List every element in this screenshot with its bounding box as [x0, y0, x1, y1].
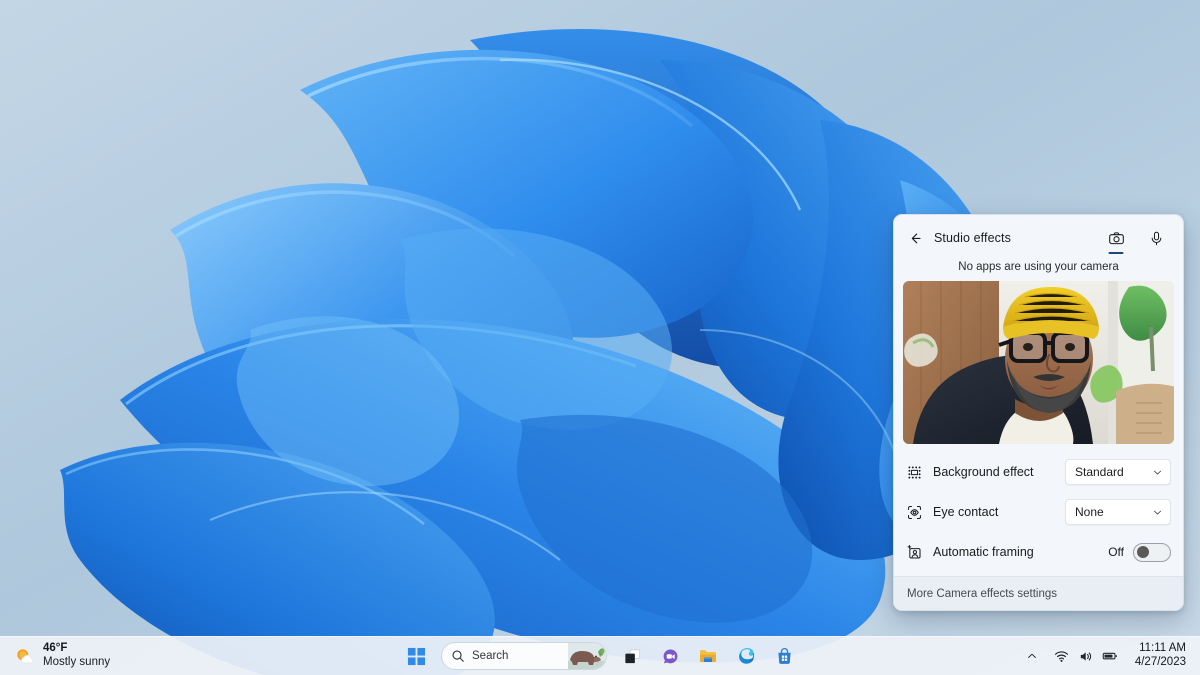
device-tabs — [1103, 223, 1173, 254]
chat-icon — [663, 648, 677, 663]
camera-status-text: No apps are using your camera — [958, 261, 1119, 273]
taskbar-app-microsoft-edge[interactable] — [729, 639, 763, 673]
volume-icon — [1080, 651, 1091, 661]
task-view-icon — [624, 648, 640, 663]
battery-icon — [1102, 652, 1117, 660]
weather-text: 46°F Mostly sunny — [43, 642, 110, 669]
camera-icon — [1108, 231, 1124, 244]
automatic-framing-state: Off — [1108, 545, 1124, 559]
chevron-down-icon — [1153, 470, 1162, 474]
chevron-down-icon — [1153, 510, 1162, 514]
taskbar-app-microsoft-store[interactable] — [767, 639, 801, 673]
search-input[interactable]: Search — [441, 642, 607, 670]
setting-row-automatic-framing: Automatic framing Off — [894, 532, 1183, 572]
camera-preview — [903, 281, 1174, 444]
automatic-framing-control: Off — [1108, 542, 1171, 562]
search-thumbnail — [568, 643, 606, 669]
start-button[interactable] — [399, 639, 433, 673]
setting-row-background-effect: Background effect Standard — [894, 452, 1183, 492]
background-effect-dropdown[interactable]: Standard — [1065, 459, 1171, 485]
flyout-footer: More Camera effects settings — [894, 576, 1183, 610]
setting-label: Background effect — [933, 465, 1034, 479]
microphone-icon — [1151, 231, 1161, 245]
camera-preview-image — [903, 281, 1174, 444]
quick-settings-button[interactable] — [1045, 641, 1127, 671]
store-icon — [777, 647, 791, 664]
eye-contact-icon — [905, 503, 923, 521]
clock-time: 11:11 AM — [1139, 642, 1186, 655]
page-title: Studio effects — [934, 231, 1011, 245]
tab-camera[interactable] — [1103, 223, 1129, 254]
back-arrow-icon — [911, 232, 921, 243]
automatic-framing-toggle[interactable] — [1133, 542, 1171, 562]
automatic-framing-icon — [905, 543, 923, 561]
weather-condition: Mostly sunny — [43, 656, 111, 668]
desktop: Studio effects No apps are using your ca… — [0, 0, 1200, 675]
setting-label: Eye contact — [933, 505, 999, 519]
folder-icon — [700, 650, 716, 662]
eye-contact-dropdown[interactable]: None — [1065, 499, 1171, 525]
edge-icon — [739, 648, 754, 664]
windows-logo-icon — [407, 647, 425, 665]
system-tray: 11:11 AM 4/27/2023 — [1019, 637, 1200, 675]
hippopotamus-thumbnail — [568, 643, 606, 669]
taskbar-app-chat[interactable] — [653, 639, 687, 673]
chevron-up-icon — [1027, 653, 1036, 658]
flyout-header: Studio effects — [894, 215, 1183, 261]
clock-date: 4/27/2023 — [1134, 656, 1186, 668]
wifi-icon — [1054, 650, 1068, 662]
setting-row-eye-contact: Eye contact None — [894, 492, 1183, 532]
toggle-knob — [1137, 546, 1149, 558]
back-button[interactable] — [902, 225, 928, 251]
tab-microphone[interactable] — [1143, 223, 1169, 253]
taskbar: 46°F Mostly sunny Search 11:11 AM 4/27/2… — [0, 636, 1200, 675]
sun-behind-cloud-icon — [17, 648, 34, 663]
clock[interactable]: 11:11 AM 4/27/2023 — [1127, 642, 1192, 670]
more-camera-effects-settings-link[interactable]: More Camera effects settings — [907, 588, 1057, 600]
taskbar-app-task-view[interactable] — [615, 639, 649, 673]
setting-label: Automatic framing — [933, 545, 1034, 559]
studio-effects-flyout: Studio effects No apps are using your ca… — [893, 214, 1184, 611]
settings-list: Background effect Standard Eye contact N… — [894, 444, 1183, 576]
search-placeholder: Search — [472, 650, 509, 662]
weather-widget[interactable]: 46°F Mostly sunny — [0, 638, 120, 674]
eye-contact-value: None — [1075, 505, 1104, 519]
search-icon — [452, 650, 464, 662]
taskbar-app-file-explorer[interactable] — [691, 639, 725, 673]
weather-temperature: 46°F — [43, 642, 68, 655]
show-hidden-icons-button[interactable] — [1019, 641, 1045, 671]
tab-selected-indicator — [1108, 251, 1124, 254]
background-effect-value: Standard — [1075, 465, 1124, 479]
background-blur-icon — [905, 463, 923, 481]
taskbar-center-group: Search — [399, 639, 801, 673]
